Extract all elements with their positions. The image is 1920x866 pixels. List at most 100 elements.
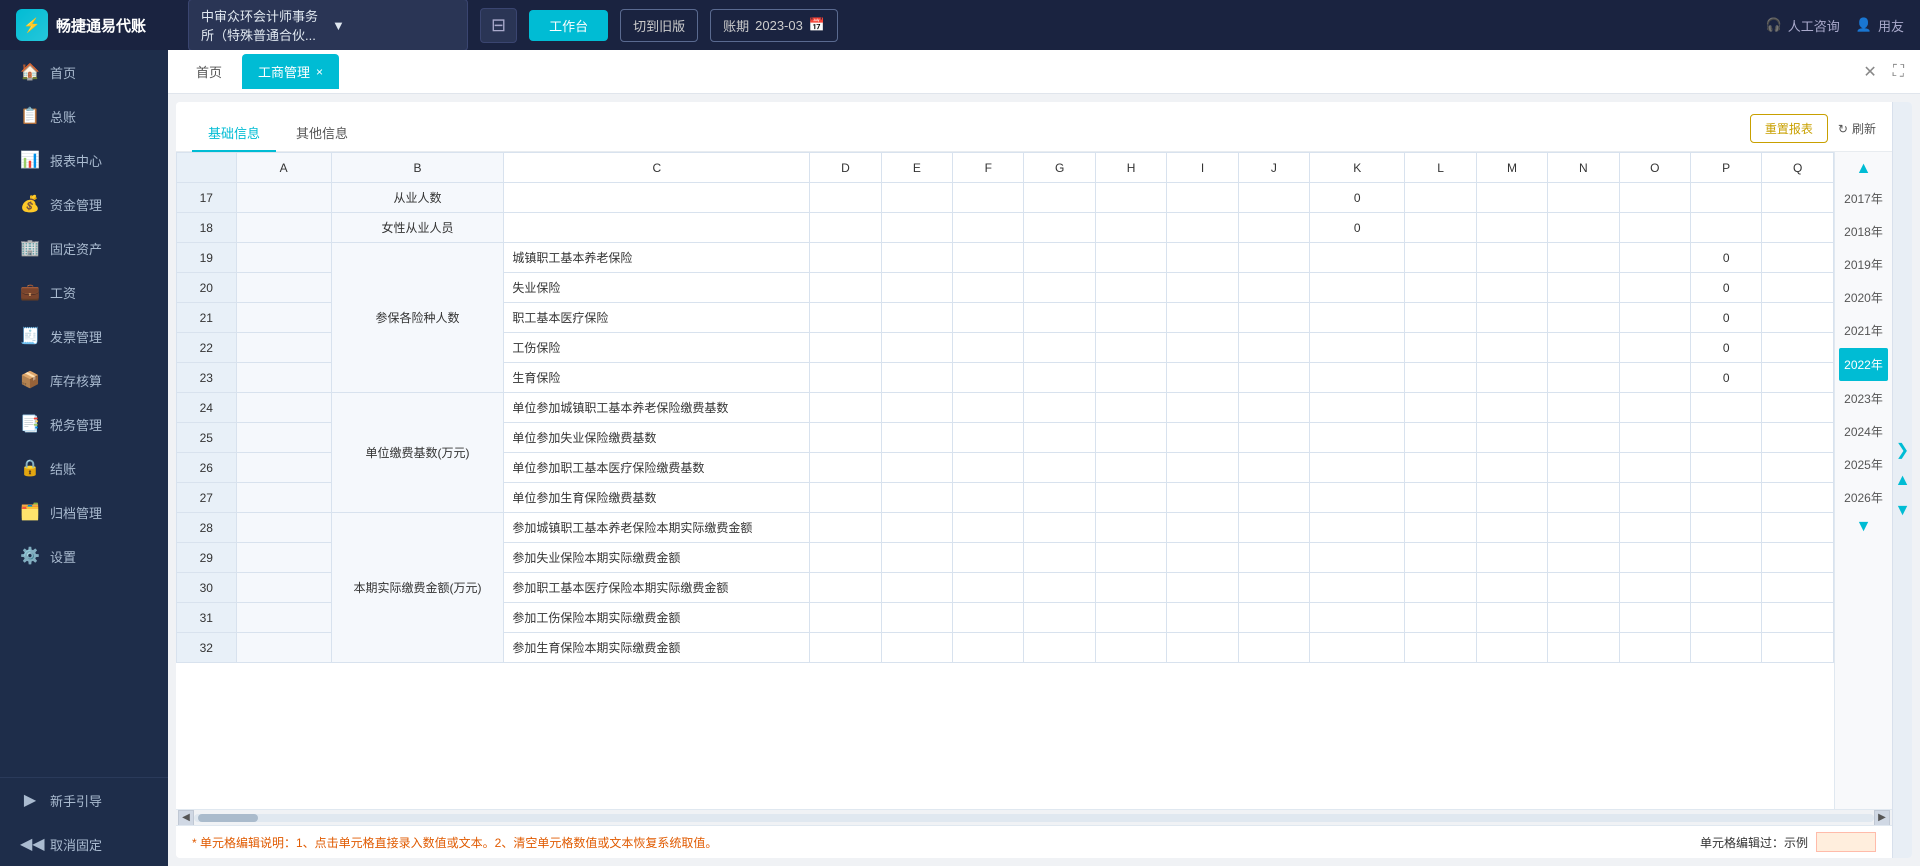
cell-25-n[interactable] (1548, 423, 1619, 453)
sidebar-item-fund[interactable]: 💰 资金管理 (0, 182, 168, 226)
right-panel-collapse-btn[interactable]: ❯ (1892, 436, 1912, 464)
cell-32-c[interactable]: 参加生育保险本期实际缴费金额 (504, 633, 810, 663)
cell-23-p[interactable]: 0 (1690, 363, 1761, 393)
cell-20-d[interactable] (810, 273, 881, 303)
cell-27-e[interactable] (881, 483, 952, 513)
cell-25-m[interactable] (1476, 423, 1547, 453)
cell-20-k[interactable] (1310, 273, 1405, 303)
year-nav-down[interactable]: ▼ (1835, 514, 1892, 540)
cell-17-n[interactable] (1548, 183, 1619, 213)
cell-19-n[interactable] (1548, 243, 1619, 273)
cell-26-l[interactable] (1405, 453, 1476, 483)
cell-28-c[interactable]: 参加城镇职工基本养老保险本期实际缴费金额 (504, 513, 810, 543)
cell-25-p[interactable] (1690, 423, 1761, 453)
cell-31-j[interactable] (1238, 603, 1309, 633)
cell-27-o[interactable] (1619, 483, 1690, 513)
cell-32-e[interactable] (881, 633, 952, 663)
cell-21-g[interactable] (1024, 303, 1095, 333)
tab-basic-info[interactable]: 基础信息 (192, 115, 276, 152)
year-2022[interactable]: 2022年 (1839, 348, 1888, 381)
cell-23-c[interactable]: 生育保险 (504, 363, 810, 393)
sidebar-item-close[interactable]: 🔒 结账 (0, 446, 168, 490)
cell-20-a[interactable] (236, 273, 331, 303)
cell-24-p[interactable] (1690, 393, 1761, 423)
cell-30-i[interactable] (1167, 573, 1238, 603)
cell-24-j[interactable] (1238, 393, 1309, 423)
cell-31-d[interactable] (810, 603, 881, 633)
cell-26-j[interactable] (1238, 453, 1309, 483)
cell-29-k[interactable] (1310, 543, 1405, 573)
cell-31-k[interactable] (1310, 603, 1405, 633)
cell-25-i[interactable] (1167, 423, 1238, 453)
cell-19-o[interactable] (1619, 243, 1690, 273)
cell-21-c[interactable]: 职工基本医疗保险 (504, 303, 810, 333)
cell-30-e[interactable] (881, 573, 952, 603)
cell-26-f[interactable] (953, 453, 1024, 483)
year-2020[interactable]: 2020年 (1835, 281, 1892, 314)
cell-18-h[interactable] (1095, 213, 1166, 243)
cell-24-a[interactable] (236, 393, 331, 423)
cell-19-d[interactable] (810, 243, 881, 273)
cell-20-f[interactable] (953, 273, 1024, 303)
cell-21-h[interactable] (1095, 303, 1166, 333)
cell-28-i[interactable] (1167, 513, 1238, 543)
cell-23-n[interactable] (1548, 363, 1619, 393)
cell-25-c[interactable]: 单位参加失业保险缴费基数 (504, 423, 810, 453)
cell-32-d[interactable] (810, 633, 881, 663)
cell-32-j[interactable] (1238, 633, 1309, 663)
cell-23-l[interactable] (1405, 363, 1476, 393)
year-2025[interactable]: 2025年 (1835, 448, 1892, 481)
cell-24-q[interactable] (1762, 393, 1834, 423)
user-menu[interactable]: 👤 用友 (1856, 16, 1904, 35)
cell-31-n[interactable] (1548, 603, 1619, 633)
cell-18-g[interactable] (1024, 213, 1095, 243)
cell-29-l[interactable] (1405, 543, 1476, 573)
cell-23-i[interactable] (1167, 363, 1238, 393)
cell-30-n[interactable] (1548, 573, 1619, 603)
cell-17-p[interactable] (1690, 183, 1761, 213)
cell-28-j[interactable] (1238, 513, 1309, 543)
cell-21-o[interactable] (1619, 303, 1690, 333)
cell-32-a[interactable] (236, 633, 331, 663)
cell-17-o[interactable] (1619, 183, 1690, 213)
cell-28-q[interactable] (1762, 513, 1834, 543)
company-selector[interactable]: 中审众环会计师事务所（特殊普通合伙... ▼ (188, 0, 468, 51)
cell-20-p[interactable]: 0 (1690, 273, 1761, 303)
cell-20-i[interactable] (1167, 273, 1238, 303)
cell-18-n[interactable] (1548, 213, 1619, 243)
cell-30-h[interactable] (1095, 573, 1166, 603)
tab-home[interactable]: 首页 (180, 54, 238, 89)
cell-25-g[interactable] (1024, 423, 1095, 453)
cell-26-m[interactable] (1476, 453, 1547, 483)
cell-29-p[interactable] (1690, 543, 1761, 573)
cell-27-p[interactable] (1690, 483, 1761, 513)
cell-18-k[interactable]: 0 (1310, 213, 1405, 243)
cell-17-j[interactable] (1238, 183, 1309, 213)
cell-22-p[interactable]: 0 (1690, 333, 1761, 363)
cell-31-o[interactable] (1619, 603, 1690, 633)
cell-21-m[interactable] (1476, 303, 1547, 333)
cell-30-m[interactable] (1476, 573, 1547, 603)
cell-31-e[interactable] (881, 603, 952, 633)
cell-27-g[interactable] (1024, 483, 1095, 513)
cell-25-j[interactable] (1238, 423, 1309, 453)
cell-27-m[interactable] (1476, 483, 1547, 513)
cell-20-h[interactable] (1095, 273, 1166, 303)
year-2017[interactable]: 2017年 (1835, 182, 1892, 215)
cell-29-o[interactable] (1619, 543, 1690, 573)
cell-18-m[interactable] (1476, 213, 1547, 243)
cell-29-q[interactable] (1762, 543, 1834, 573)
cell-19-c[interactable]: 城镇职工基本养老保险 (504, 243, 810, 273)
cell-21-d[interactable] (810, 303, 881, 333)
cell-22-c[interactable]: 工伤保险 (504, 333, 810, 363)
cell-31-f[interactable] (953, 603, 1024, 633)
cell-32-k[interactable] (1310, 633, 1405, 663)
cell-23-o[interactable] (1619, 363, 1690, 393)
cell-32-m[interactable] (1476, 633, 1547, 663)
cell-23-q[interactable] (1762, 363, 1834, 393)
cell-21-e[interactable] (881, 303, 952, 333)
cell-24-m[interactable] (1476, 393, 1547, 423)
cell-31-p[interactable] (1690, 603, 1761, 633)
cell-25-k[interactable] (1310, 423, 1405, 453)
cell-24-d[interactable] (810, 393, 881, 423)
